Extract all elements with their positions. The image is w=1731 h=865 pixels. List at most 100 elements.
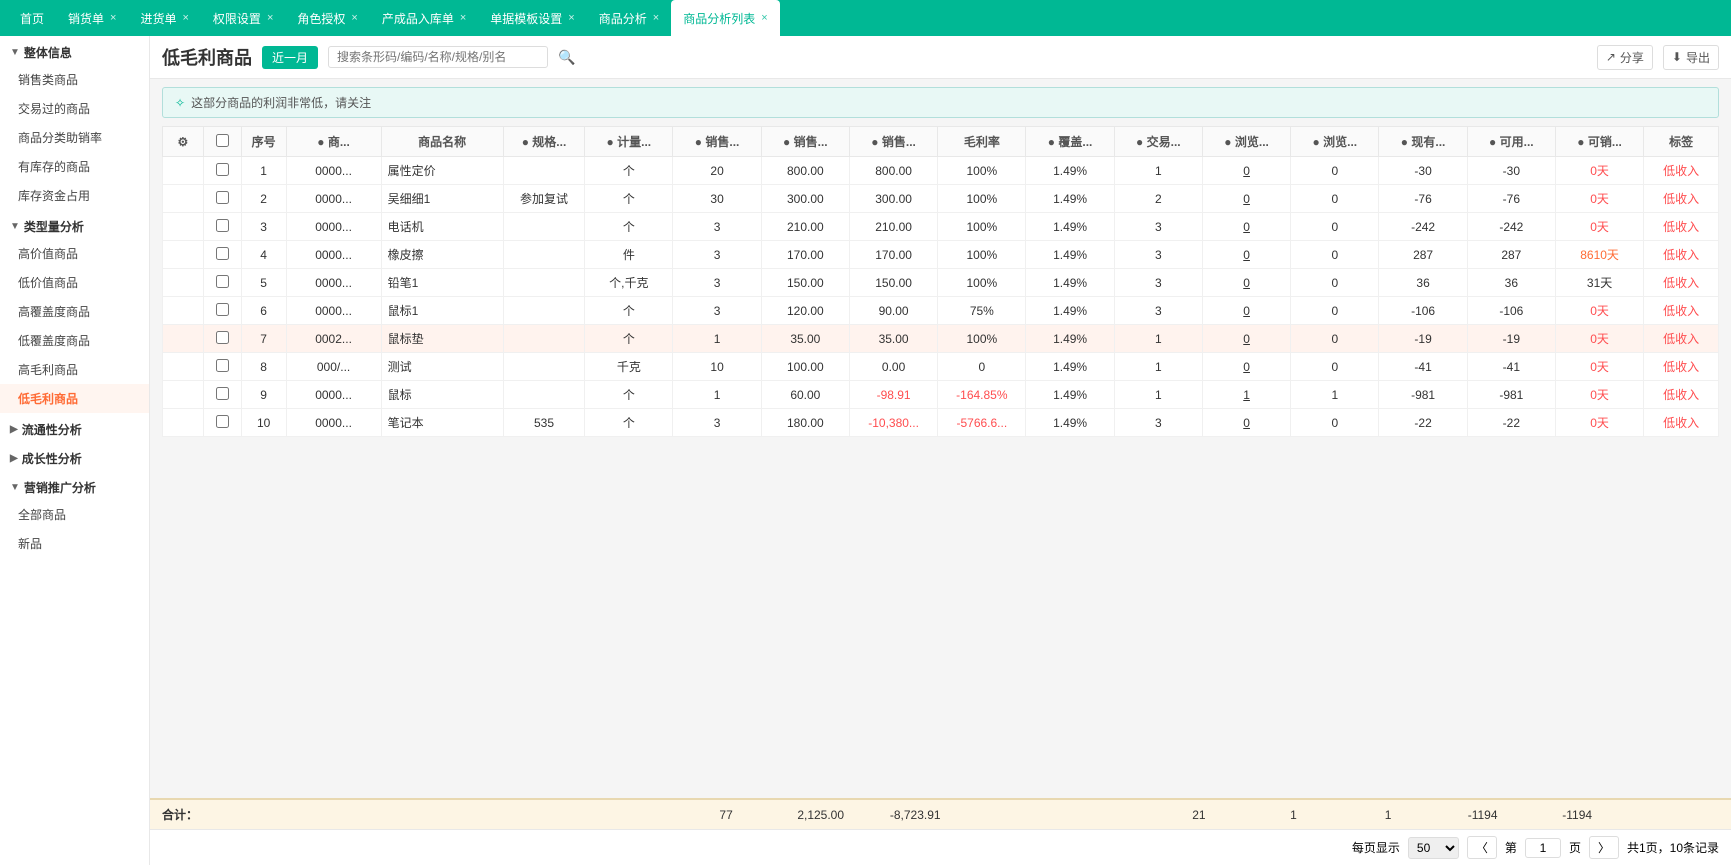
next-page-button[interactable]: 〉: [1589, 836, 1619, 859]
sidebar-group-type-analysis[interactable]: ▼ 类型量分析: [0, 210, 149, 239]
row-checkbox[interactable]: [216, 331, 229, 344]
col-header-unit[interactable]: ● 计量...: [585, 127, 673, 157]
sidebar-item-low-value[interactable]: 低价值商品: [0, 268, 149, 297]
sidebar-item-high-value[interactable]: 高价值商品: [0, 239, 149, 268]
nav-product-analysis[interactable]: 商品分析 ×: [587, 0, 671, 36]
close-icon[interactable]: ×: [460, 12, 466, 24]
sidebar-item-sales-products[interactable]: 销售类商品: [0, 65, 149, 94]
search-input[interactable]: [328, 46, 548, 68]
close-icon[interactable]: ×: [351, 12, 357, 24]
sidebar-item-stocked-products[interactable]: 有库存的商品: [0, 152, 149, 181]
row-checkbox[interactable]: [216, 387, 229, 400]
row-browse-count[interactable]: 0: [1202, 297, 1290, 325]
sidebar-item-inventory-capital[interactable]: 库存资金占用: [0, 181, 149, 210]
prev-page-button[interactable]: 〈: [1467, 836, 1497, 859]
col-header-gross-rate[interactable]: 毛利率: [938, 127, 1026, 157]
col-header-usable-stock[interactable]: ● 可用...: [1467, 127, 1555, 157]
col-header-settings[interactable]: ⚙: [163, 127, 204, 157]
close-icon[interactable]: ×: [110, 12, 116, 24]
row-browse-num: 0: [1291, 409, 1379, 437]
close-icon[interactable]: ×: [182, 12, 188, 24]
sidebar-group-circulation[interactable]: ▶ 流通性分析: [0, 413, 149, 442]
sidebar-item-low-margin[interactable]: 低毛利商品: [0, 384, 149, 413]
row-checkbox-cell[interactable]: [203, 241, 241, 269]
close-icon[interactable]: ×: [568, 12, 574, 24]
col-header-sales-price[interactable]: ● 销售...: [761, 127, 849, 157]
row-browse-count[interactable]: 0: [1202, 409, 1290, 437]
col-header-current-stock[interactable]: ● 现有...: [1379, 127, 1467, 157]
row-checkbox[interactable]: [216, 359, 229, 372]
row-checkbox[interactable]: [216, 163, 229, 176]
sidebar-group-marketing[interactable]: ▼ 营销推广分析: [0, 471, 149, 500]
col-header-sales-qty[interactable]: ● 销售...: [673, 127, 761, 157]
col-header-tag[interactable]: 标签: [1644, 127, 1719, 157]
close-icon[interactable]: ×: [653, 12, 659, 24]
page-header: 低毛利商品 近一月 🔍 ↗ 分享 ⬇ 导出: [150, 36, 1731, 79]
sidebar-item-new-products[interactable]: 新品: [0, 529, 149, 558]
share-button[interactable]: ↗ 分享: [1597, 45, 1653, 70]
row-checkbox[interactable]: [216, 219, 229, 232]
row-checkbox-cell[interactable]: [203, 353, 241, 381]
sidebar-item-low-coverage[interactable]: 低覆盖度商品: [0, 326, 149, 355]
chevron-right-icon: ▶: [10, 424, 18, 435]
row-browse-count[interactable]: 0: [1202, 353, 1290, 381]
close-icon[interactable]: ×: [761, 12, 767, 24]
row-browse-count[interactable]: 0: [1202, 157, 1290, 185]
nav-home[interactable]: 首页: [8, 0, 56, 36]
row-checkbox-cell[interactable]: [203, 409, 241, 437]
col-header-spec[interactable]: ● 规格...: [503, 127, 584, 157]
col-header-browse-num[interactable]: ● 浏览...: [1291, 127, 1379, 157]
col-header-cover-rate[interactable]: ● 覆盖...: [1026, 127, 1114, 157]
row-checkbox[interactable]: [216, 415, 229, 428]
sidebar-item-high-margin[interactable]: 高毛利商品: [0, 355, 149, 384]
row-browse-count[interactable]: 1: [1202, 381, 1290, 409]
select-all-checkbox[interactable]: [216, 134, 229, 147]
row-browse-count[interactable]: 0: [1202, 213, 1290, 241]
col-header-trade-count[interactable]: ● 交易...: [1114, 127, 1202, 157]
row-spec: [503, 241, 584, 269]
sidebar-group-overall[interactable]: ▼ 整体信息: [0, 36, 149, 65]
row-checkbox[interactable]: [216, 191, 229, 204]
col-header-checkbox[interactable]: [203, 127, 241, 157]
nav-sales-order[interactable]: 销货单 ×: [56, 0, 128, 36]
row-checkbox-cell[interactable]: [203, 213, 241, 241]
row-browse-count[interactable]: 0: [1202, 269, 1290, 297]
row-no: 4: [241, 241, 286, 269]
row-checkbox[interactable]: [216, 303, 229, 316]
nav-product-analysis-list[interactable]: 商品分析列表 ×: [671, 0, 779, 36]
per-page-select[interactable]: 50 100 200: [1408, 837, 1459, 859]
row-browse-count[interactable]: 0: [1202, 241, 1290, 269]
col-header-sales-amt[interactable]: ● 销售...: [849, 127, 937, 157]
row-checkbox[interactable]: [216, 247, 229, 260]
search-button[interactable]: 🔍: [558, 49, 575, 66]
row-checkbox-cell[interactable]: [203, 381, 241, 409]
row-browse-count[interactable]: 0: [1202, 325, 1290, 353]
row-settings-cell: [163, 269, 204, 297]
table-footer: 合计： 77 2,125.00 -8,723.91 21 1 1 -1194 -…: [150, 798, 1731, 829]
sidebar-item-category-sales-rate[interactable]: 商品分类助销率: [0, 123, 149, 152]
row-checkbox-cell[interactable]: [203, 297, 241, 325]
row-checkbox[interactable]: [216, 275, 229, 288]
row-checkbox-cell[interactable]: [203, 157, 241, 185]
nav-purchase-order[interactable]: 进货单 ×: [128, 0, 200, 36]
close-icon[interactable]: ×: [267, 12, 273, 24]
sidebar-item-high-coverage[interactable]: 高覆盖度商品: [0, 297, 149, 326]
nav-template-settings[interactable]: 单据模板设置 ×: [478, 0, 586, 36]
export-button[interactable]: ⬇ 导出: [1663, 45, 1719, 70]
col-header-saleable-days[interactable]: ● 可销...: [1555, 127, 1643, 157]
nav-finished-goods[interactable]: 产成品入库单 ×: [370, 0, 478, 36]
row-checkbox-cell[interactable]: [203, 269, 241, 297]
row-checkbox-cell[interactable]: [203, 325, 241, 353]
nav-role-auth[interactable]: 角色授权 ×: [285, 0, 369, 36]
date-filter-button[interactable]: 近一月: [262, 46, 318, 69]
sidebar-group-growth[interactable]: ▶ 成长性分析: [0, 442, 149, 471]
nav-permissions[interactable]: 权限设置 ×: [201, 0, 285, 36]
row-checkbox-cell[interactable]: [203, 185, 241, 213]
col-header-name[interactable]: 商品名称: [381, 127, 503, 157]
col-header-browse-count[interactable]: ● 浏览...: [1202, 127, 1290, 157]
col-header-code[interactable]: ● 商...: [286, 127, 381, 157]
row-browse-count[interactable]: 0: [1202, 185, 1290, 213]
sidebar-item-traded-products[interactable]: 交易过的商品: [0, 94, 149, 123]
page-number-input[interactable]: [1525, 838, 1561, 858]
sidebar-item-all-products[interactable]: 全部商品: [0, 500, 149, 529]
